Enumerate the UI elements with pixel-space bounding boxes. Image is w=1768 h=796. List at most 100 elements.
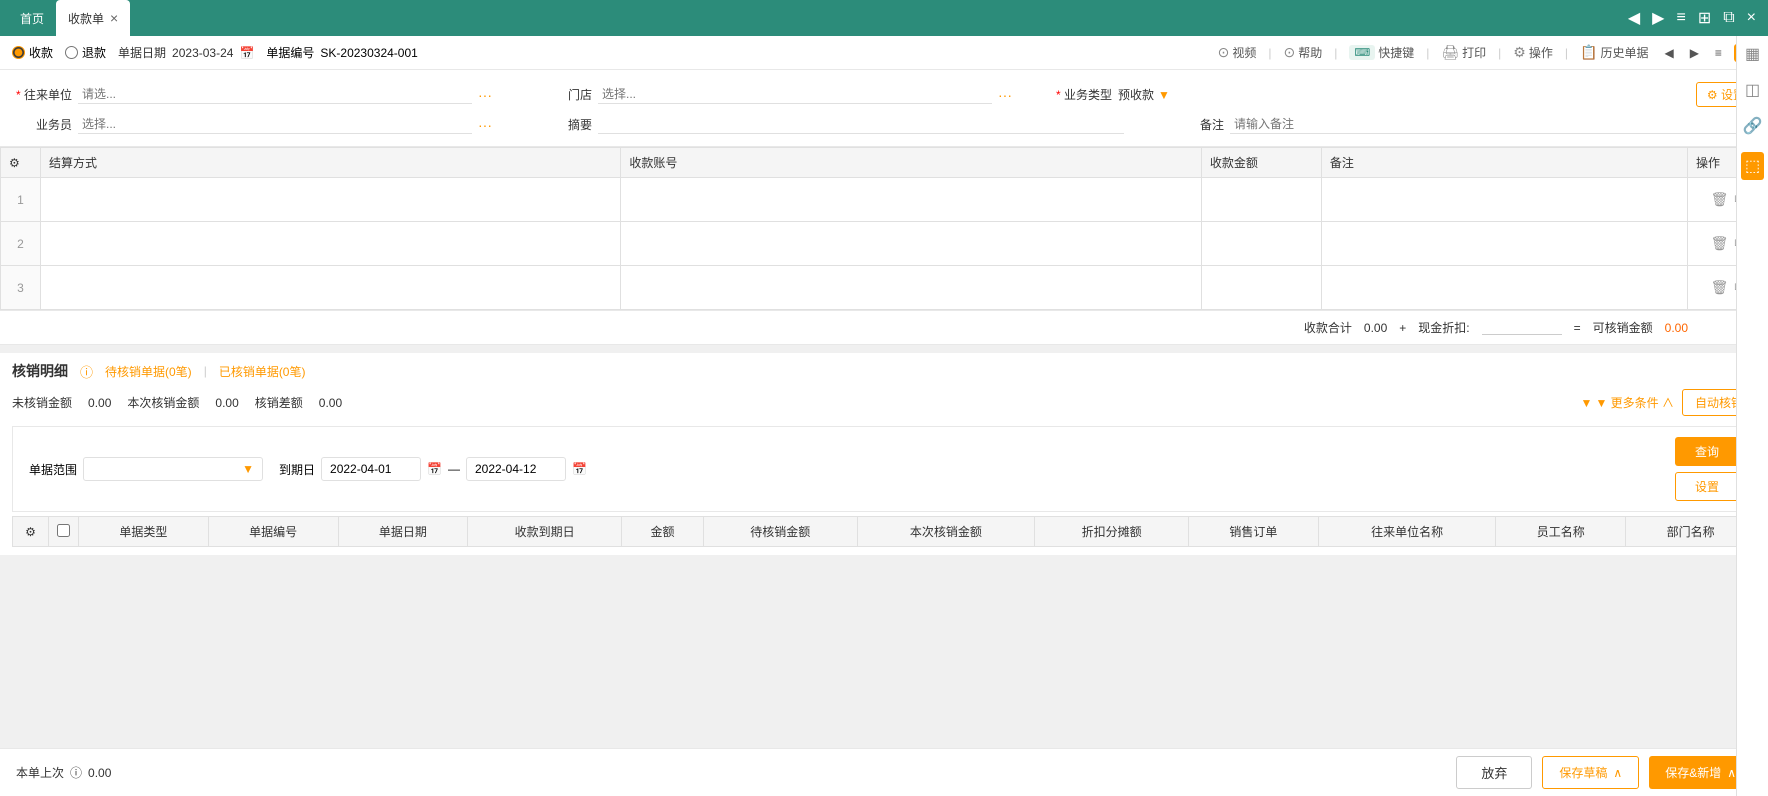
bt-doc-type-header[interactable]: 单据类型 bbox=[79, 517, 209, 547]
ops-icon: ⚙ bbox=[1513, 44, 1526, 61]
remark-col-header: 备注 bbox=[1321, 148, 1687, 178]
store-more-btn[interactable]: ··· bbox=[998, 87, 1012, 103]
shortcut-btn[interactable]: ⌨ 快捷键 bbox=[1345, 42, 1418, 63]
settle-3[interactable] bbox=[41, 266, 621, 310]
home-tab-label: 首页 bbox=[20, 10, 44, 27]
footer-actions: 放弃 保存草稿 ∧ 保存&新增 ∧ bbox=[1456, 756, 1752, 789]
remark-2[interactable] bbox=[1321, 222, 1687, 266]
receipt-tab-label: 收款单 bbox=[68, 10, 104, 27]
history-btn[interactable]: 📋 历史单据 bbox=[1576, 42, 1652, 63]
nav-next-toolbar[interactable]: ▶ bbox=[1686, 44, 1703, 62]
diff-label: 核销差额 bbox=[255, 394, 303, 411]
date-to-input[interactable] bbox=[466, 457, 566, 481]
amount-3[interactable] bbox=[1201, 266, 1321, 310]
settle-1[interactable] bbox=[41, 178, 621, 222]
verify-info-icon[interactable]: ⓘ bbox=[80, 362, 93, 381]
date-filter: 到期日 📅 — 📅 bbox=[279, 457, 587, 481]
bt-counterpart-header[interactable]: 往来单位名称 bbox=[1318, 517, 1496, 547]
bt-doc-num-header[interactable]: 单据编号 bbox=[208, 517, 338, 547]
range-select[interactable]: ▼ bbox=[83, 457, 263, 481]
biz-type-field: 业务类型 预收款 ▼ bbox=[1052, 86, 1696, 103]
discount-input[interactable] bbox=[1482, 320, 1562, 335]
more-conditions-btn[interactable]: ▼ ▼ 更多条件 ∧ bbox=[1581, 394, 1674, 411]
summary-input[interactable] bbox=[598, 115, 1124, 134]
filter-settings-button[interactable]: 设置 bbox=[1675, 472, 1739, 501]
account-1[interactable] bbox=[621, 178, 1201, 222]
bt-settings-header[interactable]: ⚙ bbox=[13, 517, 49, 547]
video-btn[interactable]: ⊙ 视频 bbox=[1214, 42, 1261, 63]
staff-input[interactable] bbox=[78, 115, 472, 134]
sidebar-icon-link[interactable]: 🔗 bbox=[1743, 116, 1763, 136]
print-icon: 🖨 bbox=[1441, 44, 1459, 61]
date-label: 单据日期 bbox=[118, 44, 166, 61]
due-label: 到期日 bbox=[279, 461, 315, 478]
date-from-input[interactable] bbox=[321, 457, 421, 481]
amount-header: 收款金额 bbox=[1201, 148, 1321, 178]
save-draft-button[interactable]: 保存草稿 ∧ bbox=[1542, 756, 1639, 789]
bt-staff-header[interactable]: 员工名称 bbox=[1496, 517, 1626, 547]
sidebar-icon-2[interactable]: ◫ bbox=[1745, 80, 1760, 100]
restore-icon[interactable]: ⧉ bbox=[1719, 9, 1738, 27]
bt-checkbox-header[interactable] bbox=[49, 517, 79, 547]
nav-prev-toolbar[interactable]: ◀ bbox=[1660, 44, 1677, 62]
last-info-icon[interactable]: ⓘ bbox=[70, 764, 82, 781]
table-settings-header[interactable]: ⚙ bbox=[1, 148, 41, 178]
divider2: | bbox=[1334, 46, 1337, 60]
counterpart-input[interactable] bbox=[78, 85, 472, 104]
account-3[interactable] bbox=[621, 266, 1201, 310]
biz-type-select[interactable]: 预收款 ▼ bbox=[1118, 86, 1218, 103]
delete-icon-3[interactable]: 🗑 bbox=[1711, 279, 1729, 296]
close-window-icon[interactable]: × bbox=[1743, 9, 1760, 27]
sidebar-icon-1[interactable]: ▦ bbox=[1745, 44, 1760, 64]
sidebar-icon-active[interactable]: ⬚ bbox=[1741, 152, 1764, 180]
nav-next-icon[interactable]: ▶ bbox=[1648, 8, 1668, 28]
staff-more-btn[interactable]: ··· bbox=[478, 117, 492, 133]
ops-btn[interactable]: ⚙ 操作 bbox=[1509, 42, 1557, 63]
delete-icon-1[interactable]: 🗑 bbox=[1711, 191, 1729, 208]
pending-tab[interactable]: 待核销单据(0笔) bbox=[105, 363, 192, 380]
receipt-refund-toggle: 收款 退款 bbox=[12, 44, 106, 61]
biz-type-value: 预收款 bbox=[1118, 86, 1154, 103]
print-btn[interactable]: 🖨 打印 bbox=[1437, 42, 1490, 63]
cal-icon-to[interactable]: 📅 bbox=[572, 462, 587, 476]
bt-doc-date-header[interactable]: 单据日期 bbox=[338, 517, 468, 547]
grid-icon[interactable]: ⊞ bbox=[1694, 8, 1715, 28]
nav-prev-icon[interactable]: ◀ bbox=[1624, 8, 1644, 28]
view-toggle[interactable]: ≡ bbox=[1711, 44, 1726, 62]
receipts-table: ⚙ 结算方式 收款账号 收款金额 备注 操作 bbox=[0, 147, 1768, 310]
done-tab[interactable]: 已核销单据(0笔) bbox=[219, 363, 306, 380]
settle-2[interactable] bbox=[41, 222, 621, 266]
staff-field: 业务员 ··· bbox=[12, 115, 492, 134]
right-sidebar: ▦ ◫ 🔗 ⬚ bbox=[1736, 36, 1768, 796]
diff-value: 0.00 bbox=[319, 396, 342, 410]
calendar-icon[interactable]: 📅 bbox=[239, 46, 254, 60]
table-row: 1 🗑 ⧉ bbox=[1, 178, 1768, 222]
account-2[interactable] bbox=[621, 222, 1201, 266]
abandon-button[interactable]: 放弃 bbox=[1456, 756, 1532, 789]
staff-label: 业务员 bbox=[12, 116, 72, 133]
account-header: 收款账号 bbox=[621, 148, 1201, 178]
receipt-radio[interactable]: 收款 bbox=[12, 44, 53, 61]
biz-type-label: 业务类型 bbox=[1052, 86, 1112, 103]
select-all-checkbox[interactable] bbox=[57, 524, 70, 537]
row-num-3: 3 bbox=[1, 266, 41, 310]
remark-input[interactable] bbox=[1230, 115, 1756, 134]
footer: 本单上次 ⓘ 0.00 放弃 保存草稿 ∧ 保存&新增 ∧ bbox=[0, 748, 1768, 796]
remark-3[interactable] bbox=[1321, 266, 1687, 310]
cal-icon-from[interactable]: 📅 bbox=[427, 462, 442, 476]
tab-home[interactable]: 首页 bbox=[8, 0, 56, 36]
remark-1[interactable] bbox=[1321, 178, 1687, 222]
expand-icon[interactable]: ≡ bbox=[1672, 9, 1689, 27]
tab-close-icon[interactable]: × bbox=[110, 10, 118, 26]
counterpart-more-btn[interactable]: ··· bbox=[478, 87, 492, 103]
amount-2[interactable] bbox=[1201, 222, 1321, 266]
help-btn[interactable]: ⊙ 帮助 bbox=[1279, 42, 1326, 63]
store-input[interactable] bbox=[598, 85, 992, 104]
delete-icon-2[interactable]: 🗑 bbox=[1711, 235, 1729, 252]
amount-1[interactable] bbox=[1201, 178, 1321, 222]
tab-receipt[interactable]: 收款单 × bbox=[56, 0, 130, 36]
divider1: | bbox=[1268, 46, 1271, 60]
refund-radio[interactable]: 退款 bbox=[65, 44, 106, 61]
plus-sign: + bbox=[1399, 321, 1406, 335]
query-button[interactable]: 查询 bbox=[1675, 437, 1739, 466]
